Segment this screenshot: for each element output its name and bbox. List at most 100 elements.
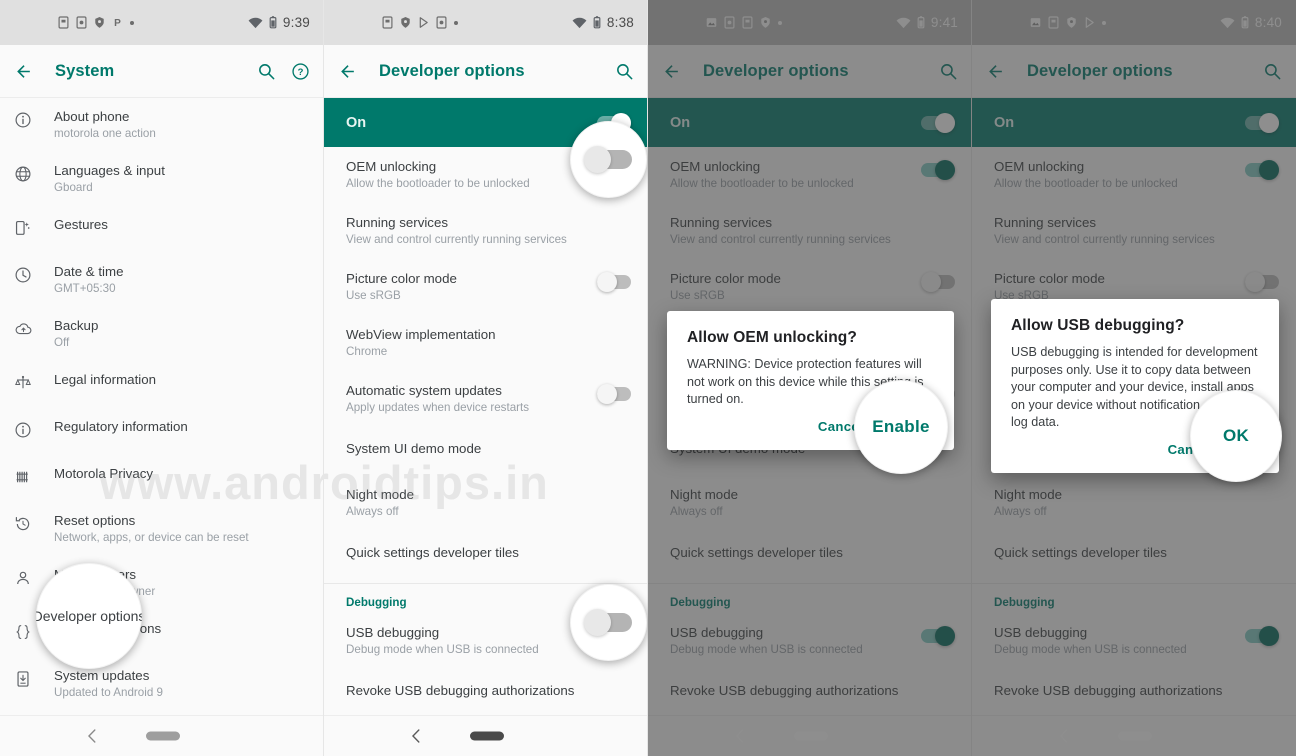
dev-row-quick-settings-developer-tiles[interactable]: Quick settings developer tiles: [972, 531, 1296, 579]
oem-unlocking-switch[interactable]: [921, 160, 955, 180]
automatic-system-updates-switch[interactable]: [597, 384, 631, 404]
dev-row-oem-unlocking[interactable]: OEM unlocking Allow the bootloader to be …: [648, 147, 972, 203]
search-icon[interactable]: [257, 62, 276, 81]
settings-item-regulatory-information[interactable]: Regulatory information: [0, 408, 324, 455]
dev-row-webview-implementation[interactable]: WebView implementation Chrome: [324, 315, 648, 371]
back-arrow-icon[interactable]: [986, 62, 1005, 81]
status-clock: 8:40: [1254, 15, 1282, 30]
settings-item-about-phone[interactable]: About phone motorola one action: [0, 98, 324, 152]
nav-back-icon[interactable]: [734, 729, 747, 744]
image-icon: [1030, 18, 1041, 27]
settings-item-date-time[interactable]: Date & time GMT+05:30: [0, 253, 324, 307]
nav-back-icon[interactable]: [86, 729, 99, 744]
nav-back-icon[interactable]: [410, 729, 423, 744]
usb-debugging-switch[interactable]: [921, 626, 955, 646]
magnified-switch-off[interactable]: [583, 609, 632, 636]
back-arrow-icon[interactable]: [662, 62, 681, 81]
settings-item-motorola-privacy[interactable]: Motorola Privacy: [0, 455, 324, 502]
dev-row-title: System UI demo mode: [346, 441, 482, 456]
settings-item-system-updates[interactable]: System updates Updated to Android 9: [0, 657, 324, 711]
help-icon[interactable]: ?: [291, 62, 310, 81]
dev-row-picture-color-mode[interactable]: Picture color mode Use sRGB: [648, 259, 972, 315]
oem-unlocking-switch[interactable]: [1245, 160, 1279, 180]
magnifier-label[interactable]: Enable: [872, 417, 930, 437]
dev-row-picture-color-mode[interactable]: Picture color mode Use sRGB: [324, 259, 648, 315]
dev-row-running-services[interactable]: Running services View and control current…: [972, 203, 1296, 259]
dev-row-revoke-usb-debugging[interactable]: Revoke USB debugging authorizations: [972, 669, 1296, 717]
dev-row-subtitle: Always off: [994, 505, 1047, 518]
status-notification-icons: [382, 16, 458, 29]
dev-row-running-services[interactable]: Running services View and control current…: [324, 203, 648, 259]
dev-row-quick-settings-developer-tiles[interactable]: Quick settings developer tiles: [648, 531, 972, 579]
settings-item-backup[interactable]: Backup Off: [0, 307, 324, 361]
settings-item-title: Motorola Privacy: [54, 466, 154, 481]
developer-options-list: OEM unlocking Allow the bootloader to be …: [324, 147, 648, 756]
status-clock: 9:41: [930, 15, 958, 30]
wifi-icon: [572, 17, 587, 28]
dev-row-night-mode[interactable]: Night mode Always off: [324, 475, 648, 531]
shield-icon: [1067, 17, 1076, 28]
settings-item-legal-information[interactable]: Legal information: [0, 361, 324, 408]
settings-item-title: Legal information: [54, 372, 157, 387]
status-notification-icons: [1030, 16, 1106, 29]
dev-row-subtitle: Chrome: [346, 345, 388, 358]
dev-row-title: Night mode: [670, 487, 738, 502]
dev-row-automatic-system-updates[interactable]: Automatic system updates Apply updates wh…: [324, 371, 648, 427]
dev-row-usb-debugging[interactable]: USB debugging Debug mode when USB is conn…: [972, 613, 1296, 669]
nav-home-pill[interactable]: [470, 731, 504, 741]
back-arrow-icon[interactable]: [338, 62, 357, 81]
developer-options-master-banner[interactable]: On: [972, 98, 1296, 147]
status-notification-icons: P: [58, 16, 134, 29]
settings-item-languages-input[interactable]: Languages & input Gboard: [0, 152, 324, 206]
dev-row-title: Automatic system updates: [346, 383, 502, 398]
settings-item-reset-options[interactable]: Reset options Network, apps, or device ca…: [0, 502, 324, 556]
settings-item-subtitle: Updated to Android 9: [54, 686, 163, 699]
back-arrow-icon[interactable]: [14, 62, 33, 81]
dev-row-subtitle: Allow the bootloader to be unlocked: [994, 177, 1178, 190]
settings-item-title: Gestures: [54, 217, 108, 232]
dev-row-oem-unlocking[interactable]: OEM unlocking Allow the bootloader to be …: [972, 147, 1296, 203]
usb-debugging-switch[interactable]: [1245, 626, 1279, 646]
wifi-icon: [248, 17, 263, 28]
search-icon[interactable]: [939, 62, 958, 81]
dev-row-subtitle: Debug mode when USB is connected: [994, 643, 1187, 656]
info-circle-icon: [15, 112, 31, 128]
nav-home-pill[interactable]: [1118, 731, 1152, 741]
nav-back-icon[interactable]: [1058, 729, 1071, 744]
nav-home-pill[interactable]: [794, 731, 828, 741]
p-letter-icon: P: [114, 18, 121, 29]
dev-row-running-services[interactable]: Running services View and control current…: [648, 203, 972, 259]
search-icon[interactable]: [615, 62, 634, 81]
magnifier-developer-options: Developer options: [36, 563, 142, 669]
dev-row-title: WebView implementation: [346, 327, 496, 342]
more-dot-icon: [454, 20, 458, 25]
master-toggle-switch[interactable]: [921, 112, 955, 133]
settings-item-title: Backup: [54, 318, 99, 333]
dev-row-night-mode[interactable]: Night mode Always off: [972, 475, 1296, 531]
nav-home-pill[interactable]: [146, 731, 180, 741]
dev-row-system-ui-demo-mode[interactable]: System UI demo mode: [324, 427, 648, 475]
privacy-icon: [16, 471, 28, 483]
dev-row-usb-debugging[interactable]: USB debugging Debug mode when USB is conn…: [648, 613, 972, 669]
dev-row-revoke-usb-debugging[interactable]: Revoke USB debugging authorizations: [648, 669, 972, 717]
magnified-switch-off[interactable]: [583, 146, 632, 173]
shield-icon: [401, 17, 410, 28]
scales-icon: [15, 375, 31, 389]
settings-item-subtitle: Network, apps, or device can be reset: [54, 531, 249, 544]
dev-row-night-mode[interactable]: Night mode Always off: [648, 475, 972, 531]
picture-color-mode-switch[interactable]: [1245, 272, 1279, 292]
globe-icon: [15, 166, 31, 182]
dev-row-revoke-usb-debugging[interactable]: Revoke USB debugging authorizations: [324, 669, 648, 717]
dev-row-title: Picture color mode: [346, 271, 457, 286]
dev-row-subtitle: Debug mode when USB is connected: [346, 643, 539, 656]
picture-color-mode-switch[interactable]: [597, 272, 631, 292]
picture-color-mode-switch[interactable]: [921, 272, 955, 292]
developer-options-master-banner[interactable]: On: [648, 98, 972, 147]
master-toggle-switch[interactable]: [1245, 112, 1279, 133]
settings-item-gestures[interactable]: Gestures: [0, 206, 324, 253]
dev-row-subtitle: Use sRGB: [346, 289, 401, 302]
search-icon[interactable]: [1263, 62, 1282, 81]
magnifier-label[interactable]: OK: [1223, 426, 1249, 446]
dev-row-quick-settings-developer-tiles[interactable]: Quick settings developer tiles: [324, 531, 648, 579]
clock-icon: [15, 267, 31, 283]
